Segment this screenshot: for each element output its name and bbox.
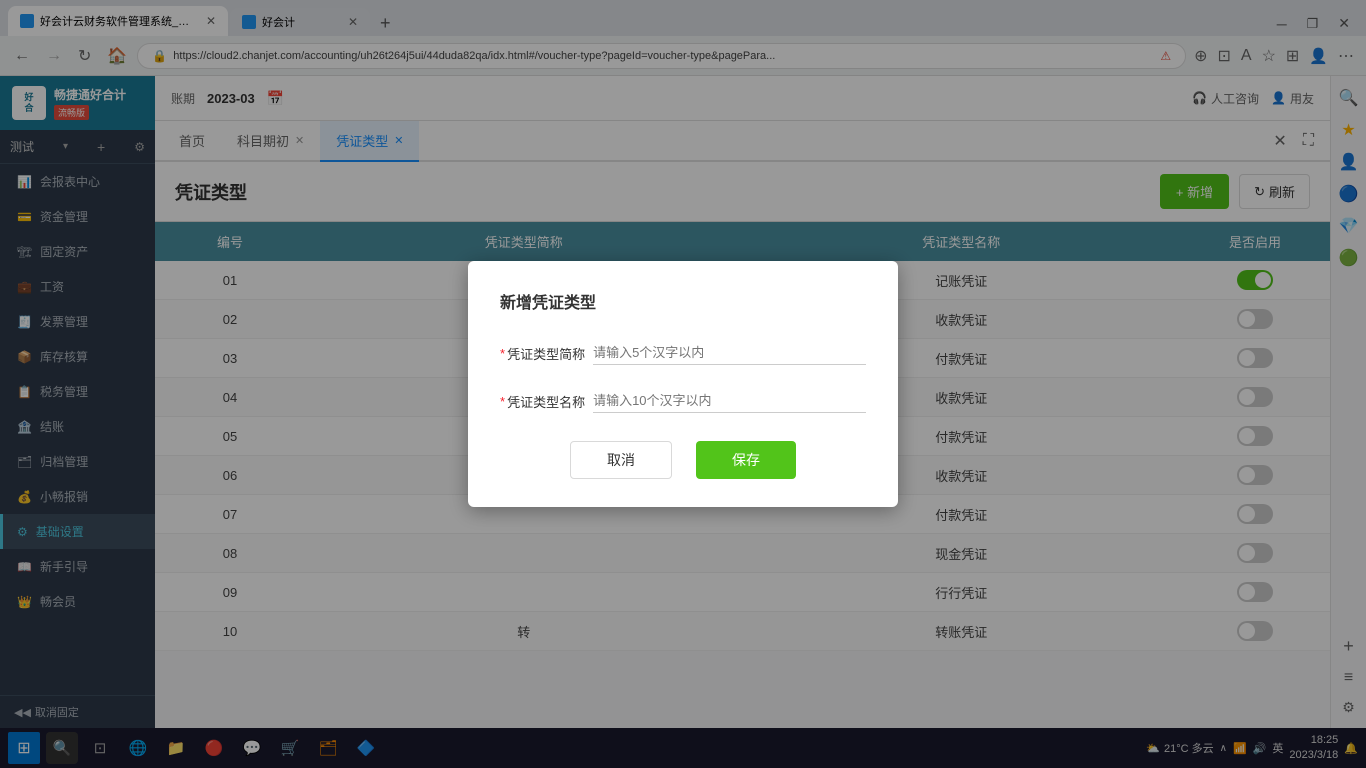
shortname-form-item: * 凭证类型简称 bbox=[500, 341, 866, 365]
shortname-label: 凭证类型简称 bbox=[507, 344, 585, 363]
dialog-overlay[interactable]: 新增凭证类型 * 凭证类型简称 * 凭证类型名称 取消 保存 bbox=[0, 0, 1366, 768]
fullname-label: 凭证类型名称 bbox=[507, 392, 585, 411]
dialog: 新增凭证类型 * 凭证类型简称 * 凭证类型名称 取消 保存 bbox=[468, 261, 898, 507]
save-btn[interactable]: 保存 bbox=[696, 441, 796, 479]
dialog-footer: 取消 保存 bbox=[500, 441, 866, 479]
required-mark-1: * bbox=[500, 346, 505, 361]
fullname-input[interactable] bbox=[593, 389, 866, 413]
fullname-form-item: * 凭证类型名称 bbox=[500, 389, 866, 413]
required-mark-2: * bbox=[500, 394, 505, 409]
dialog-title: 新增凭证类型 bbox=[500, 289, 866, 313]
cancel-btn[interactable]: 取消 bbox=[570, 441, 672, 479]
shortname-input[interactable] bbox=[593, 341, 866, 365]
